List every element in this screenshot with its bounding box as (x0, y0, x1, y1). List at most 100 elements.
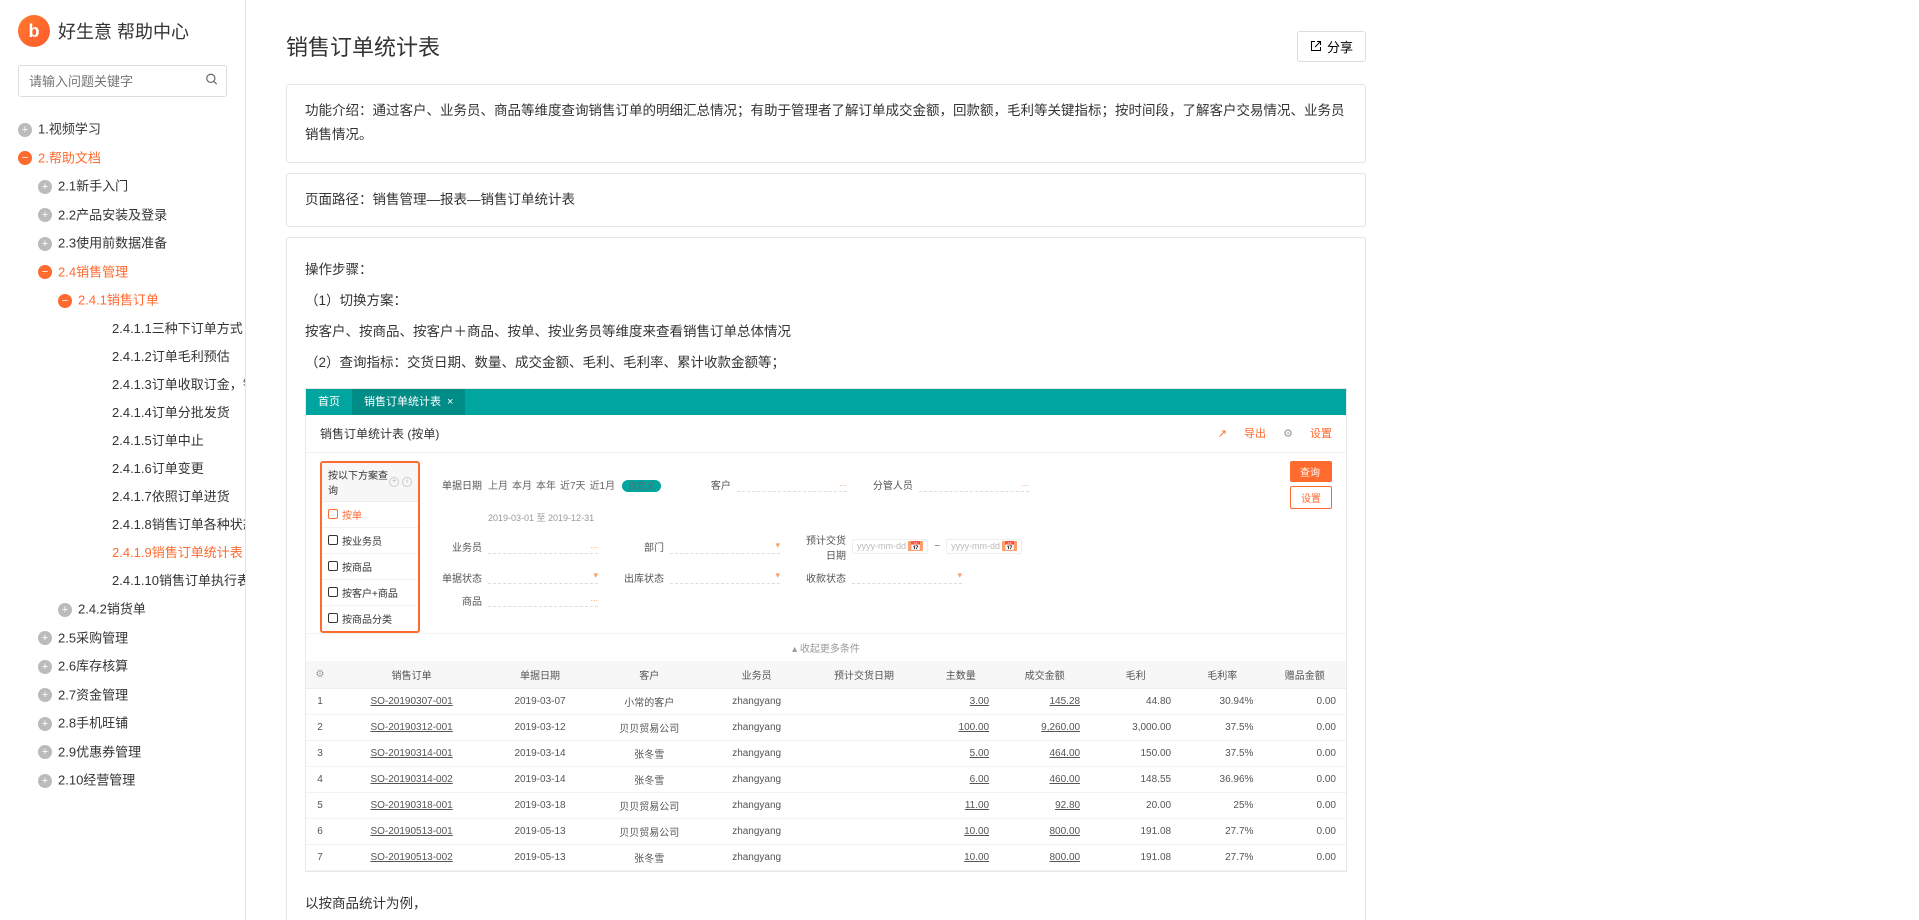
export-button[interactable]: ↗ 导出 (1218, 428, 1266, 440)
manager-input[interactable]: ... (919, 478, 1029, 492)
nav-2-4-1-10[interactable]: 2.4.1.10销售订单执行表 (78, 567, 245, 595)
nav-2-4-1-5[interactable]: 2.4.1.5订单中止 (78, 427, 245, 455)
intro-text: 通过客户、业务员、商品等维度查询销售订单的明细汇总情况；有助于管理者了解订单成交… (305, 103, 1345, 142)
scheme-item-3[interactable]: 按客户+商品 (322, 580, 418, 606)
th-7: 成交金额 (999, 661, 1090, 689)
gear-icon[interactable]: ⚙ (316, 669, 325, 680)
result-table: ⚙销售订单单据日期客户业务员预计交货日期主数量成交金额毛利毛利率赠品金额 1SO… (306, 661, 1346, 871)
nav-2-5[interactable]: +2.5采购管理 (38, 624, 245, 653)
share-label: 分享 (1327, 37, 1353, 56)
path-label: 页面路径： (305, 192, 373, 207)
query-button[interactable]: 查询 (1290, 461, 1332, 482)
nav-2-4-1-4[interactable]: 2.4.1.4订单分批发货 (78, 399, 245, 427)
th-4: 业务员 (708, 661, 806, 689)
filter-sales-label: 业务员 (434, 539, 482, 554)
shot-tab-home[interactable]: 首页 (306, 389, 352, 415)
filter-panel: 单据日期 上月本月本年近7天近1月 自定义 客户... 分管人员... 查询 (434, 461, 1332, 633)
collapse-bar[interactable]: ▴ 收起更多条件 (306, 633, 1346, 661)
th-8: 毛利 (1090, 661, 1181, 689)
brand-text: 好生意 帮助中心 (58, 18, 189, 44)
nav-2-4[interactable]: −2.4销售管理 −2.4.1销售订单 2.4.1.1三种下订单方式 2.4.1… (38, 258, 245, 624)
path-card: 页面路径：销售管理—报表—销售订单统计表 (286, 173, 1366, 227)
scheme-collapse-icon[interactable]: ‹ (402, 477, 412, 487)
nav-2-1[interactable]: +2.1新手入门 (38, 172, 245, 201)
table-row[interactable]: 6SO-20190513-0012019-05-13贝贝贸易公司zhangyan… (306, 818, 1346, 844)
nav-2-10[interactable]: +2.10经营管理 (38, 766, 245, 795)
sidebar: b 好生意 帮助中心 +1.视频学习 −2.帮助文档 +2.1新手入门 +2.2… (0, 0, 246, 920)
intro-card: 功能介绍：通过客户、业务员、商品等维度查询销售订单的明细汇总情况；有助于管理者了… (286, 84, 1366, 163)
filter-expdate-label: 预计交货日期 (798, 532, 846, 562)
nav-2-8[interactable]: +2.8手机旺铺 (38, 709, 245, 738)
set-button[interactable]: 设置 (1290, 486, 1332, 509)
scheme-item-1[interactable]: 按业务员 (322, 528, 418, 554)
scheme-panel: 按以下方案查询+‹ 按单 按业务员 按商品 按客户+商品 按商品分类 (320, 461, 420, 633)
table-row[interactable]: 3SO-20190314-0012019-03-14张冬雪zhangyang5.… (306, 740, 1346, 766)
shot-tab-report[interactable]: 销售订单统计表× (352, 389, 465, 415)
filter-out-label: 出库状态 (616, 570, 664, 585)
nav-2-4-1-9[interactable]: 2.4.1.9销售订单统计表 (78, 539, 245, 567)
table-row[interactable]: 5SO-20190318-0012019-03-18贝贝贸易公司zhangyan… (306, 792, 1346, 818)
dept-input[interactable]: ▾ (670, 540, 780, 554)
nav-2-4-1-7[interactable]: 2.4.1.7依照订单进货 (78, 483, 245, 511)
table-row[interactable]: 7SO-20190513-0022019-05-13张冬雪zhangyang10… (306, 844, 1346, 870)
nav-2-4-1-2[interactable]: 2.4.1.2订单毛利预估 (78, 343, 245, 371)
nav-2-4-1-3[interactable]: 2.4.1.3订单收取订金，销货单 (78, 371, 245, 399)
shot-title: 销售订单统计表 (按单) (320, 425, 439, 442)
status-input[interactable]: ▾ (488, 570, 598, 584)
steps-section: 操作步骤： （1）切换方案： 按客户、按商品、按客户＋商品、按单、按业务员等维度… (286, 237, 1366, 920)
filter-pay-label: 收款状态 (798, 570, 846, 585)
share-button[interactable]: 分享 (1297, 31, 1366, 62)
sales-input[interactable]: ... (488, 540, 598, 554)
goods-input[interactable]: ... (488, 593, 598, 607)
embedded-screenshot-1: 首页 销售订单统计表× 销售订单统计表 (按单) ↗ 导出 ⚙ 设置 按以下方案… (305, 388, 1347, 872)
nav-2-6[interactable]: +2.6库存核算 (38, 652, 245, 681)
customer-input[interactable]: ... (737, 478, 847, 492)
nav-2-4-1[interactable]: −2.4.1销售订单 2.4.1.1三种下订单方式 2.4.1.2订单毛利预估 … (58, 286, 245, 595)
search-box (18, 65, 227, 97)
filter-date-label: 单据日期 (434, 477, 482, 492)
para-1: 以按商品统计为例， (305, 890, 1347, 917)
th-2: 单据日期 (489, 661, 591, 689)
th-10: 赠品金额 (1263, 661, 1346, 689)
scheme-item-0[interactable]: 按单 (322, 502, 418, 528)
nav-2-4-1-1[interactable]: 2.4.1.1三种下订单方式 (78, 315, 245, 343)
scheme-item-4[interactable]: 按商品分类 (322, 606, 418, 631)
filter-manager-label: 分管人员 (865, 477, 913, 492)
nav-tree: +1.视频学习 −2.帮助文档 +2.1新手入门 +2.2产品安装及登录 +2.… (18, 115, 245, 795)
setting-button[interactable]: ⚙ 设置 (1283, 428, 1332, 440)
path-text: 销售管理—报表—销售订单统计表 (373, 192, 576, 207)
logo-icon: b (18, 15, 50, 47)
table-row[interactable]: 1SO-20190307-0012019-03-07小常的客户zhangyang… (306, 688, 1346, 714)
out-input[interactable]: ▾ (670, 570, 780, 584)
nav-2-3[interactable]: +2.3使用前数据准备 (38, 229, 245, 258)
step-2: （2）查询指标：交货日期、数量、成交金额、毛利、毛利率、累计收款金额等； (305, 349, 1347, 376)
page-title: 销售订单统计表 (286, 30, 440, 62)
custom-pill[interactable]: 自定义 (622, 480, 661, 492)
nav-2-7[interactable]: +2.7资金管理 (38, 681, 245, 710)
nav-2-4-2[interactable]: +2.4.2销货单 (58, 595, 245, 624)
th-3: 客户 (591, 661, 708, 689)
nav-help[interactable]: −2.帮助文档 +2.1新手入门 +2.2产品安装及登录 +2.3使用前数据准备… (18, 144, 245, 795)
table-row[interactable]: 2SO-20190312-0012019-03-12贝贝贸易公司zhangyan… (306, 714, 1346, 740)
search-input[interactable] (18, 65, 227, 97)
filter-customer-label: 客户 (683, 477, 731, 492)
nav-2-9[interactable]: +2.9优惠券管理 (38, 738, 245, 767)
pay-input[interactable]: ▾ (852, 570, 962, 584)
nav-2-4-1-6[interactable]: 2.4.1.6订单变更 (78, 455, 245, 483)
filter-status-label: 单据状态 (434, 570, 482, 585)
scheme-add-icon[interactable]: + (389, 477, 399, 487)
nav-video[interactable]: +1.视频学习 (18, 115, 245, 144)
nav-2-2[interactable]: +2.2产品安装及登录 (38, 201, 245, 230)
search-icon[interactable] (205, 73, 219, 90)
brand-row: b 好生意 帮助中心 (18, 15, 245, 47)
th-1: 销售订单 (334, 661, 489, 689)
scheme-item-2[interactable]: 按商品 (322, 554, 418, 580)
date-range-text: 2019-03-01 至 2019-12-31 (488, 511, 594, 524)
expdate-to[interactable]: yyyy-mm-dd📅 (946, 539, 1022, 554)
close-icon[interactable]: × (447, 396, 453, 408)
th-5: 预计交货日期 (806, 661, 923, 689)
table-row[interactable]: 4SO-20190314-0022019-03-14张冬雪zhangyang6.… (306, 766, 1346, 792)
expdate-from[interactable]: yyyy-mm-dd📅 (852, 539, 928, 554)
nav-2-4-1-8[interactable]: 2.4.1.8销售订单各种状态 (78, 511, 245, 539)
th-9: 毛利率 (1181, 661, 1263, 689)
